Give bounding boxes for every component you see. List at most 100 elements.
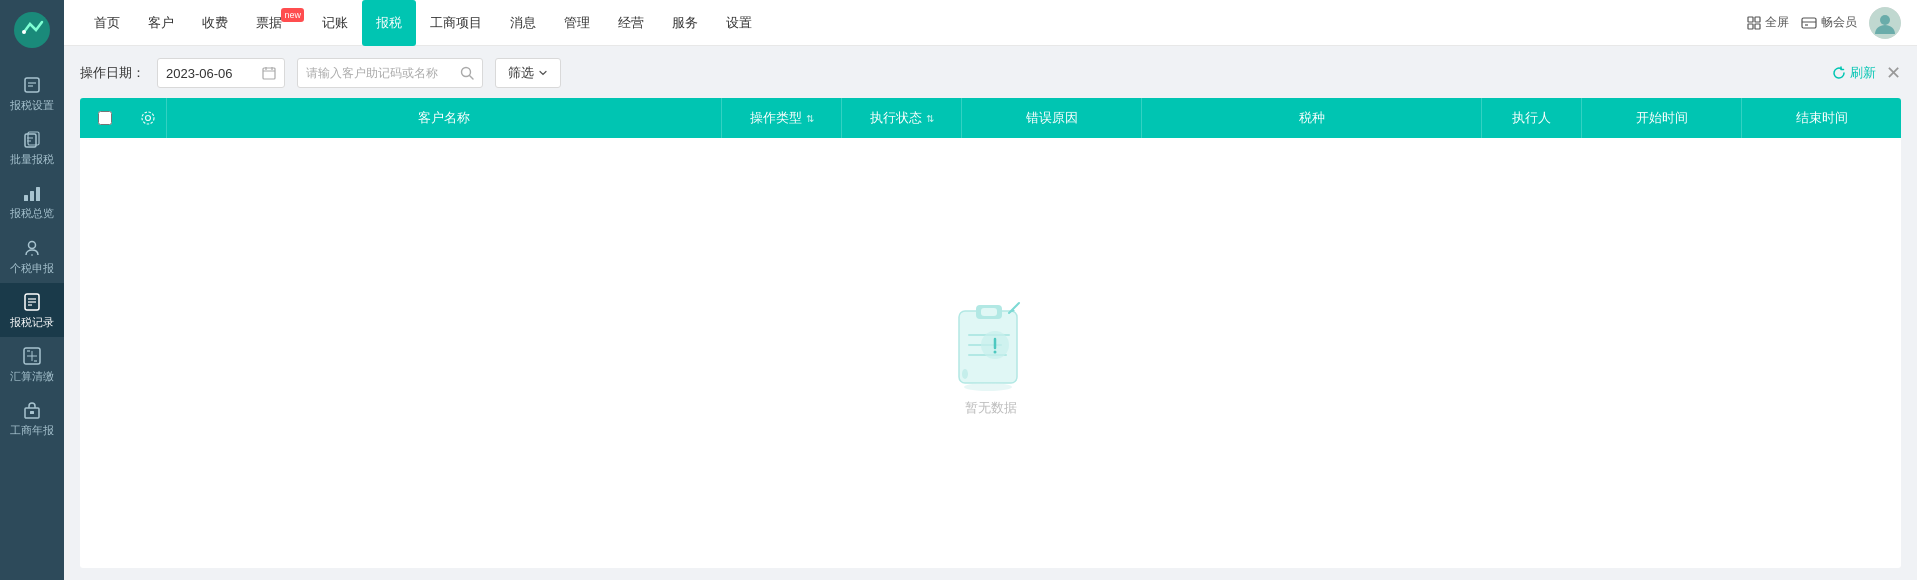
sidebar-item-gongshangnianibao-label: 工商年报 — [10, 424, 54, 437]
svg-rect-25 — [1748, 17, 1753, 22]
th-executor: 执行人 — [1481, 98, 1581, 138]
sidebar-item-baoshuizonglan[interactable]: 报税总览 — [0, 174, 64, 228]
search-input[interactable] — [306, 66, 456, 80]
sidebar-item-baoshuijilu[interactable]: 报税记录 — [0, 283, 64, 337]
nav-item-jingying[interactable]: 经营 — [604, 0, 658, 46]
user-avatar[interactable] — [1869, 7, 1901, 39]
nav-item-baoshui[interactable]: 报税 — [362, 0, 416, 46]
app-logo — [12, 10, 52, 50]
gongshangnianibao-icon — [21, 399, 43, 421]
svg-rect-26 — [1755, 17, 1760, 22]
svg-rect-10 — [30, 191, 34, 201]
nav-items: 首页 客户 收费 票据 new 记账 报税 工商项目 消息 — [80, 0, 1747, 46]
svg-rect-28 — [1755, 24, 1760, 29]
svg-point-53 — [962, 369, 968, 379]
baoshuijilu-icon — [21, 291, 43, 313]
svg-rect-2 — [25, 78, 39, 92]
piliangbaoshui-icon — [21, 128, 43, 150]
nav-item-shezhi[interactable]: 设置 — [712, 0, 766, 46]
nav-item-shoufei[interactable]: 收费 — [188, 0, 242, 46]
filter-button[interactable]: 筛选 — [495, 58, 561, 88]
th-customer: 客户名称 — [166, 98, 721, 138]
nav-item-guanli[interactable]: 管理 — [550, 0, 604, 46]
calendar-icon — [262, 66, 276, 80]
settings-icon — [140, 110, 156, 126]
nav-item-kehu[interactable]: 客户 — [134, 0, 188, 46]
empty-state: 暂无数据 — [80, 138, 1901, 568]
date-label: 操作日期： — [80, 64, 145, 82]
sidebar-item-geshuishenbo[interactable]: 个税申报 — [0, 229, 64, 283]
svg-rect-27 — [1748, 24, 1753, 29]
svg-point-50 — [993, 351, 996, 354]
sidebar-item-baoshuizonglan-label: 报税总览 — [10, 207, 54, 220]
nav-item-fuwu[interactable]: 服务 — [658, 0, 712, 46]
geshuishenbo-icon — [21, 237, 43, 259]
search-icon[interactable] — [460, 66, 474, 80]
nav-item-shouye[interactable]: 首页 — [80, 0, 134, 46]
nav-item-piaoju[interactable]: 票据 new — [242, 0, 308, 46]
th-select-all[interactable] — [80, 111, 130, 125]
select-all-checkbox[interactable] — [98, 111, 112, 125]
filter-label: 筛选 — [508, 64, 534, 82]
svg-point-0 — [14, 12, 50, 48]
svg-point-54 — [964, 383, 1012, 391]
empty-text: 暂无数据 — [965, 399, 1017, 417]
huisuanqingsuan-icon — [21, 345, 43, 367]
svg-rect-34 — [263, 68, 275, 79]
nav-item-gongshangxiangmu[interactable]: 工商项目 — [416, 0, 496, 46]
svg-rect-9 — [24, 195, 28, 201]
sidebar-item-baoshuijilu-label: 报税记录 — [10, 316, 54, 329]
baoshuizonglan-icon — [21, 182, 43, 204]
nav-item-jizhang[interactable]: 记账 — [308, 0, 362, 46]
svg-rect-24 — [30, 411, 34, 414]
nav-item-xiaoxi[interactable]: 消息 — [496, 0, 550, 46]
svg-point-1 — [22, 30, 26, 34]
svg-point-40 — [146, 116, 151, 121]
sort-icon-optype: ⇅ — [806, 113, 814, 124]
th-optype[interactable]: 操作类型 ⇅ — [721, 98, 841, 138]
svg-rect-29 — [1802, 18, 1816, 28]
refresh-label: 刷新 — [1850, 64, 1876, 82]
sidebar-item-piliangbaoshui-label: 批量报税 — [10, 153, 54, 166]
svg-point-41 — [142, 112, 154, 124]
fullscreen-btn[interactable]: 全屏 — [1747, 14, 1789, 31]
sidebar-item-geshuishenbo-label: 个税申报 — [10, 262, 54, 275]
svg-rect-11 — [36, 187, 40, 201]
topnav: 首页 客户 收费 票据 new 记账 报税 工商项目 消息 — [64, 0, 1917, 46]
sidebar-item-baoshuishezhi-label: 报税设置 — [10, 99, 54, 112]
svg-point-12 — [29, 241, 36, 248]
svg-point-33 — [1880, 15, 1890, 25]
chevron-down-icon — [538, 68, 548, 78]
th-error: 错误原因 — [961, 98, 1141, 138]
sidebar-item-baoshuishezhi[interactable]: 报税设置 — [0, 66, 64, 120]
date-input[interactable] — [166, 66, 256, 81]
th-status[interactable]: 执行状态 ⇅ — [841, 98, 961, 138]
svg-line-39 — [470, 76, 474, 80]
sort-icon-status: ⇅ — [926, 113, 934, 124]
sidebar-item-huisuanqingsuan[interactable]: 汇算清缴 — [0, 337, 64, 391]
new-badge: new — [281, 8, 304, 22]
svg-rect-44 — [981, 308, 997, 316]
sidebar-item-gongshangnianibao[interactable]: 工商年报 — [0, 391, 64, 445]
toolbar: 操作日期： 筛选 — [80, 58, 1901, 88]
table-body: 暂无数据 — [80, 138, 1901, 568]
th-settings[interactable] — [130, 110, 166, 126]
empty-illustration — [941, 289, 1041, 399]
sidebar-item-piliangbaoshui[interactable]: 批量报税 — [0, 120, 64, 174]
member-btn[interactable]: 畅会员 — [1801, 14, 1857, 31]
close-button[interactable]: ✕ — [1886, 64, 1901, 82]
refresh-icon — [1832, 66, 1846, 80]
th-endtime: 结束时间 — [1741, 98, 1901, 138]
date-picker[interactable] — [157, 58, 285, 88]
table-header: 客户名称 操作类型 ⇅ 执行状态 ⇅ 错误原因 税种 执行人 — [80, 98, 1901, 138]
main-area: 首页 客户 收费 票据 new 记账 报税 工商项目 消息 — [64, 0, 1917, 580]
th-taxtype: 税种 — [1141, 98, 1481, 138]
refresh-button[interactable]: 刷新 — [1832, 64, 1876, 82]
member-label: 畅会员 — [1821, 14, 1857, 31]
table-container: 客户名称 操作类型 ⇅ 执行状态 ⇅ 错误原因 税种 执行人 — [80, 98, 1901, 568]
toolbar-right: 刷新 ✕ — [1832, 64, 1901, 82]
fullscreen-label: 全屏 — [1765, 14, 1789, 31]
search-wrap — [297, 58, 483, 88]
sidebar-item-huisuanqingsuan-label: 汇算清缴 — [10, 370, 54, 383]
baoshuishezhi-icon — [21, 74, 43, 96]
